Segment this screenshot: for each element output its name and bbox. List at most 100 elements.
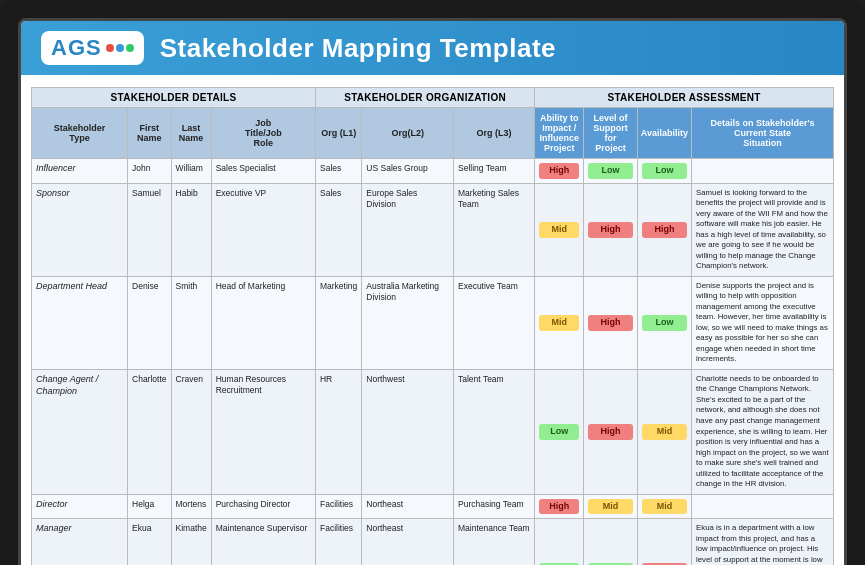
table-cell: Europe Sales Division: [362, 183, 454, 276]
table-cell: Samuel: [128, 183, 172, 276]
table-cell: Manager: [32, 519, 128, 565]
laptop-frame: AGS Stakeholder Mapping Template Stakeho…: [0, 0, 865, 565]
table-cell: Low: [535, 519, 584, 565]
status-badge: High: [642, 222, 687, 238]
table-cell: High: [584, 369, 638, 494]
table-cell: Smith: [171, 276, 211, 369]
table-cell: Director: [32, 494, 128, 519]
section-header-row: Stakeholder Details Stakeholder Organiza…: [32, 88, 834, 108]
table-cell: High: [584, 276, 638, 369]
status-badge: High: [588, 222, 633, 238]
status-badge: High: [539, 499, 579, 515]
table-cell: Habib: [171, 183, 211, 276]
table-cell: Talent Team: [454, 369, 535, 494]
table-cell: Sales Specialist: [211, 159, 315, 184]
table-cell: High: [637, 183, 691, 276]
table-cell: Helga: [128, 494, 172, 519]
logo: AGS: [41, 31, 144, 65]
screen: AGS Stakeholder Mapping Template Stakeho…: [18, 18, 847, 565]
logo-text: AGS: [51, 35, 102, 61]
stakeholder-table: Stakeholder Details Stakeholder Organiza…: [31, 87, 834, 565]
status-badge: Mid: [588, 499, 633, 515]
status-badge: High: [588, 315, 633, 331]
col-type: StakeholderType: [32, 108, 128, 159]
section-stakeholder-assessment: Stakeholder Assessment: [535, 88, 834, 108]
status-badge: Mid: [539, 315, 579, 331]
table-cell: High: [584, 183, 638, 276]
table-row: InfluencerJohnWilliamSales SpecialistSal…: [32, 159, 834, 184]
col-job: JobTitle/JobRole: [211, 108, 315, 159]
table-cell: William: [171, 159, 211, 184]
table-cell: Denise supports the project and is willi…: [692, 276, 834, 369]
status-badge: Mid: [642, 499, 687, 515]
table-cell: Head of Marketing: [211, 276, 315, 369]
table-cell: Department Head: [32, 276, 128, 369]
table-cell: Northeast: [362, 494, 454, 519]
table-cell: Kimathe: [171, 519, 211, 565]
table-cell: Selling Team: [454, 159, 535, 184]
table-cell: Sales: [315, 159, 361, 184]
status-badge: Low: [539, 424, 579, 440]
table-cell: Denise: [128, 276, 172, 369]
table-cell: Ekua is in a department with a low impac…: [692, 519, 834, 565]
table-cell: Low: [535, 369, 584, 494]
table-cell: Mid: [535, 276, 584, 369]
table-cell: Facilities: [315, 519, 361, 565]
table-cell: Mortens: [171, 494, 211, 519]
dot-green: [126, 44, 134, 52]
col-org1: Org (L1): [315, 108, 361, 159]
table-cell: [692, 159, 834, 184]
table-row: DirectorHelgaMortensPurchasing DirectorF…: [32, 494, 834, 519]
table-cell: Northwest: [362, 369, 454, 494]
table-cell: High: [637, 519, 691, 565]
status-badge: High: [588, 424, 633, 440]
table-cell: Mid: [584, 494, 638, 519]
table-cell: High: [535, 494, 584, 519]
table-cell: Change Agent / Champion: [32, 369, 128, 494]
table-cell: Executive Team: [454, 276, 535, 369]
table-body: InfluencerJohnWilliamSales SpecialistSal…: [32, 159, 834, 566]
col-details: Details on Stakeholder's Current StateSi…: [692, 108, 834, 159]
table-cell: Craven: [171, 369, 211, 494]
col-impact: Ability toImpact /InfluenceProject: [535, 108, 584, 159]
table-row: SponsorSamuelHabibExecutive VPSalesEurop…: [32, 183, 834, 276]
table-cell: Sales: [315, 183, 361, 276]
status-badge: Low: [642, 163, 687, 179]
col-last: LastName: [171, 108, 211, 159]
status-badge: Mid: [642, 424, 687, 440]
logo-dots: [106, 44, 134, 52]
table-cell: Facilities: [315, 494, 361, 519]
table-cell: Purchasing Director: [211, 494, 315, 519]
col-support: Level ofSupport forProject: [584, 108, 638, 159]
status-badge: High: [539, 163, 579, 179]
table-cell: HR: [315, 369, 361, 494]
table-cell: Human Resources Recruitment: [211, 369, 315, 494]
table-cell: John: [128, 159, 172, 184]
status-badge: Low: [642, 315, 687, 331]
table-wrapper: Stakeholder Details Stakeholder Organiza…: [21, 75, 844, 565]
table-cell: Mid: [637, 494, 691, 519]
table-row: Change Agent / ChampionCharlotteCravenHu…: [32, 369, 834, 494]
table-cell: [692, 494, 834, 519]
table-cell: Maintenance Supervisor: [211, 519, 315, 565]
table-cell: Maintenance Team: [454, 519, 535, 565]
table-cell: US Sales Group: [362, 159, 454, 184]
header: AGS Stakeholder Mapping Template: [21, 21, 844, 75]
table-row: ManagerEkuaKimatheMaintenance Supervisor…: [32, 519, 834, 565]
table-cell: Charlotte: [128, 369, 172, 494]
table-cell: Low: [584, 159, 638, 184]
section-stakeholder-organization: Stakeholder Organization: [315, 88, 534, 108]
dot-blue: [116, 44, 124, 52]
col-org2: Org(L2): [362, 108, 454, 159]
table-cell: Low: [584, 519, 638, 565]
table-cell: Charlotte needs to be onboarded to the C…: [692, 369, 834, 494]
table-row: Department HeadDeniseSmithHead of Market…: [32, 276, 834, 369]
table-cell: Purchasing Team: [454, 494, 535, 519]
col-first: FirstName: [128, 108, 172, 159]
table-cell: Influencer: [32, 159, 128, 184]
table-cell: Australia Marketing Division: [362, 276, 454, 369]
table-cell: Marketing: [315, 276, 361, 369]
table-cell: Low: [637, 159, 691, 184]
table-cell: Low: [637, 276, 691, 369]
table-cell: Mid: [535, 183, 584, 276]
